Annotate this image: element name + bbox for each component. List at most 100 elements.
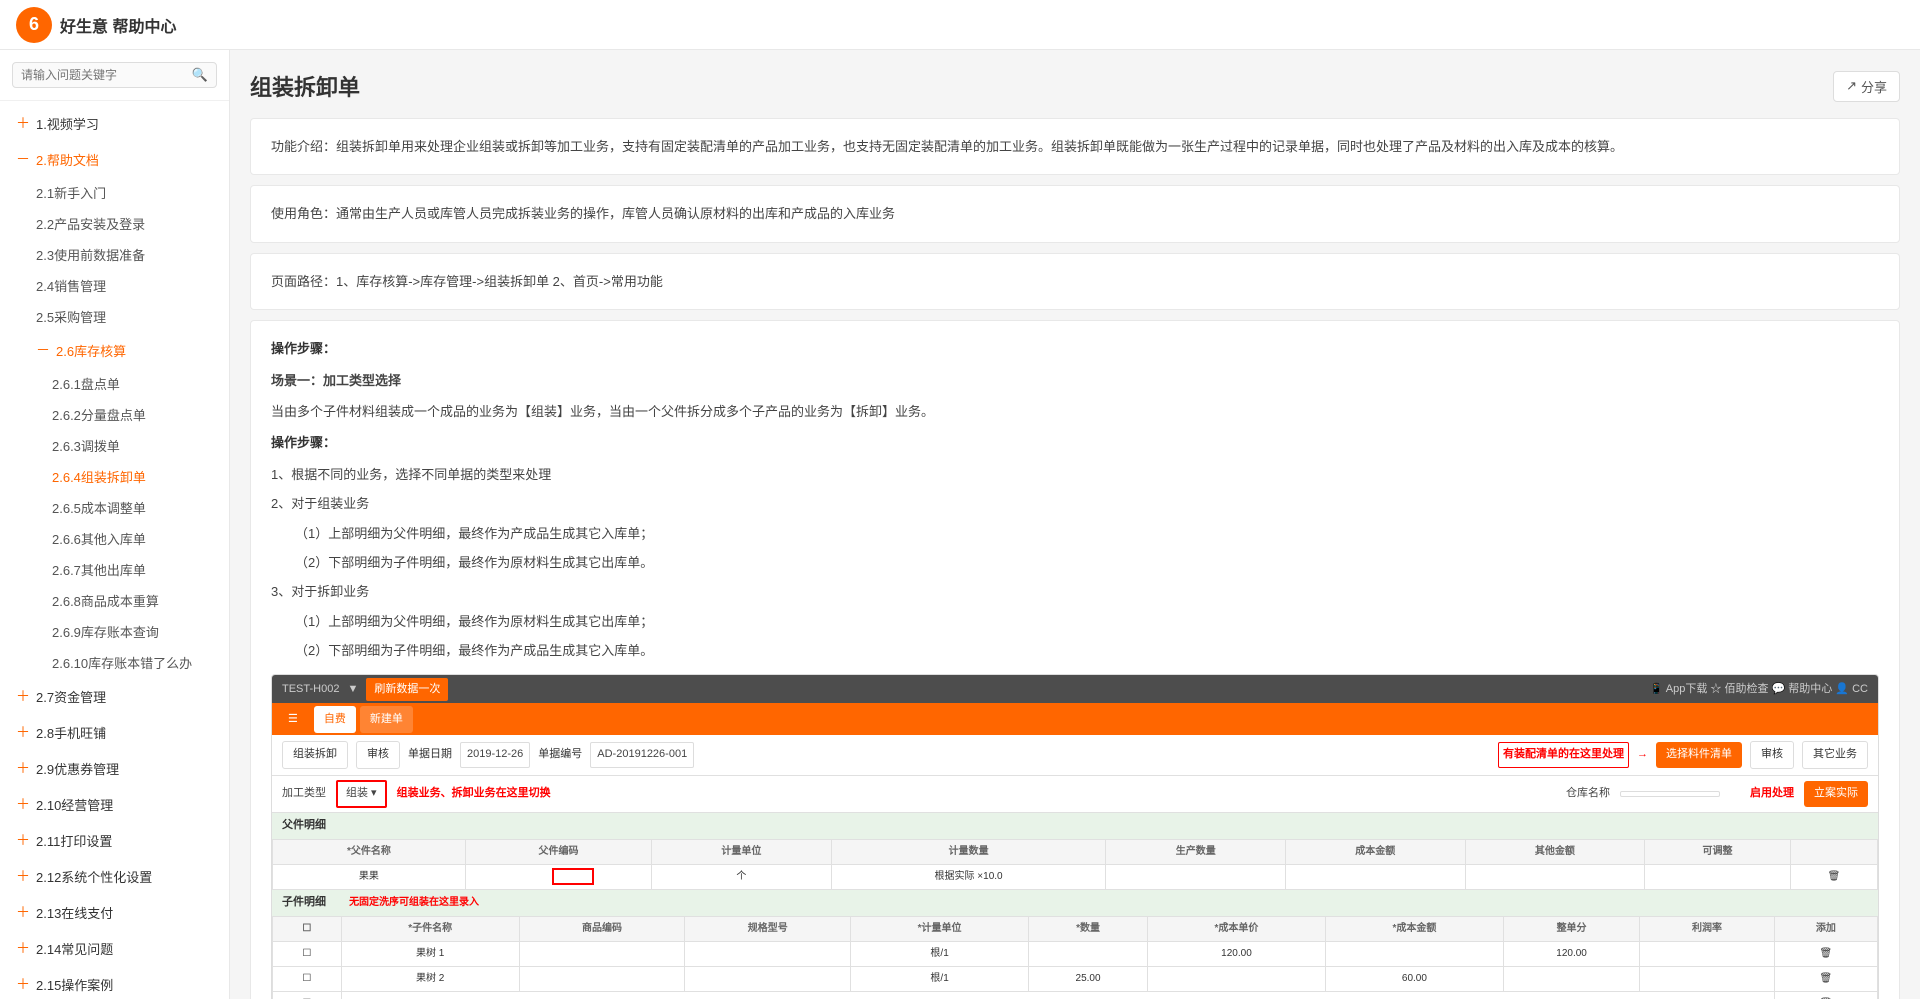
sidebar-item-2-6[interactable]: － 2.6库存核算 xyxy=(0,332,229,368)
page-title: 组装拆卸单 xyxy=(250,70,360,102)
top-header: 6 好生意 帮助中心 xyxy=(0,0,1920,50)
date-input[interactable]: 2019-12-26 xyxy=(460,742,530,768)
toolbar-btn-refresh[interactable]: 刷新数据一次 xyxy=(366,678,448,702)
page-header: 组装拆卸单 ↗ 分享 xyxy=(250,70,1900,102)
sidebar-item-2-6-2[interactable]: 2.6.2分量盘点单 xyxy=(0,399,229,430)
sidebar-item-2-6-5[interactable]: 2.6.5成本调整单 xyxy=(0,492,229,523)
cell-code xyxy=(465,864,651,889)
cell-unit: 个 xyxy=(652,864,832,889)
cell-action: 🗑 xyxy=(1790,864,1877,889)
sidebar-item-2-10[interactable]: ＋ 2.10经营管理 xyxy=(0,786,229,822)
sidebar-item-2-6-3[interactable]: 2.6.3调拨单 xyxy=(0,430,229,461)
btn-shenhe[interactable]: 审核 xyxy=(356,741,400,769)
minus-icon-2-6: － xyxy=(36,340,50,360)
cell-prod-qty xyxy=(1106,864,1286,889)
plus-icon: ＋ xyxy=(16,113,30,133)
plus-icon-2-10: ＋ xyxy=(16,794,30,814)
step3-2: （2）下部明细为子件明细，最终作为产成品生成其它入库单。 xyxy=(295,639,1879,662)
sidebar-toggle-icon[interactable]: ☰ xyxy=(282,708,304,732)
sidebar-item-2-5[interactable]: 2.5采购管理 xyxy=(0,301,229,332)
sidebar-item-2-6-10[interactable]: 2.6.10库存账本错了么办 xyxy=(0,647,229,678)
search-area: 🔍 xyxy=(0,50,229,101)
nav-section: ＋ 1.视频学习 － 2.帮助文档 2.1新手入门 2.2产品安装及登录 2.3… xyxy=(0,101,229,999)
app-id: TEST-H002 xyxy=(282,680,339,700)
operations-card: 操作步骤： 场景一：加工类型选择 当由多个子件材料组装成一个成品的业务为【组装】… xyxy=(250,320,1900,999)
type-select[interactable]: 组装 ▾ xyxy=(336,780,387,808)
btn-choose-part[interactable]: 选择料件清单 xyxy=(1656,742,1742,768)
code-label: 单据编号 xyxy=(538,745,582,765)
th-qty: 计量数量 xyxy=(831,839,1106,864)
share-button[interactable]: ↗ 分享 xyxy=(1833,71,1900,102)
logo-icon: 6 xyxy=(16,7,52,43)
tab-new[interactable]: 新建单 xyxy=(360,706,413,734)
plus-icon-2-9: ＋ xyxy=(16,758,30,778)
intro-text: 功能介绍：组装拆卸单用来处理企业组装或拆卸等加工业务，支持有固定装配清单的产品加… xyxy=(271,139,1623,154)
hint-label-2: 组装业务、拆卸业务在这里切换 xyxy=(397,784,551,804)
sidebar-item-2-6-4[interactable]: 2.6.4组装拆卸单 xyxy=(0,461,229,492)
lth-qty: *数量 xyxy=(1029,916,1148,941)
sidebar-item-2-9[interactable]: ＋ 2.9优惠券管理 xyxy=(0,750,229,786)
plus-icon-2-15: ＋ xyxy=(16,974,30,994)
sidebar-item-2-15[interactable]: ＋ 2.15操作案例 xyxy=(0,966,229,999)
sidebar-item-2-13[interactable]: ＋ 2.13在线支付 xyxy=(0,894,229,930)
search-box[interactable]: 🔍 xyxy=(12,62,217,88)
btn-approve2[interactable]: 审核 xyxy=(1750,741,1794,769)
warehouse-input[interactable] xyxy=(1620,791,1720,797)
th-prod-qty: 生产数量 xyxy=(1106,839,1286,864)
plus-icon-2-8: ＋ xyxy=(16,722,30,742)
btn-zurui[interactable]: 组装拆卸 xyxy=(282,741,348,769)
content-area: 组装拆卸单 ↗ 分享 功能介绍：组装拆卸单用来处理企业组装或拆卸等加工业务，支持… xyxy=(230,50,1920,999)
search-input[interactable] xyxy=(21,68,192,82)
sidebar-item-2-6-8[interactable]: 2.6.8商品成本重算 xyxy=(0,585,229,616)
sidebar-item-2-6-6[interactable]: 2.6.6其他入库单 xyxy=(0,523,229,554)
cell-cost-amt xyxy=(1286,864,1466,889)
role-text: 使用角色：通常由生产人员或库管人员完成拆装业务的操作，库管人员确认原材料的出库和… xyxy=(271,206,895,221)
plus-icon-2-12: ＋ xyxy=(16,866,30,886)
table-row: 果果 个 根据实际 ×10.0 🗑 xyxy=(273,864,1878,889)
lth-op: 添加 xyxy=(1774,916,1877,941)
th-unit: 计量单位 xyxy=(652,839,832,864)
lth-uamount: *成本金额 xyxy=(1325,916,1503,941)
sidebar-item-2-7[interactable]: ＋ 2.7资金管理 xyxy=(0,678,229,714)
lth-code: 商品编码 xyxy=(519,916,685,941)
sidebar-item-2-1[interactable]: 2.1新手入门 xyxy=(0,177,229,208)
scene1-desc: 当由多个子件材料组装成一个成品的业务为【组装】业务，当由一个父件拆分成多个子产品… xyxy=(271,400,1879,423)
sidebar-item-1[interactable]: ＋ 1.视频学习 xyxy=(0,105,229,141)
screenshot-container: TEST-H002 ▼ 刷新数据一次 📱 App下载 ☆ 佰助检查 💬 帮助中心… xyxy=(271,674,1879,999)
btn-other[interactable]: 其它业务 xyxy=(1802,741,1868,769)
upper-table: *父件名称 父件编码 计量单位 计量数量 生产数量 成本金额 其他金额 可调整 xyxy=(272,839,1878,890)
sidebar-item-2-14[interactable]: ＋ 2.14常见问题 xyxy=(0,930,229,966)
hint-label-3: 启用处理 xyxy=(1750,784,1794,804)
operations-title: 操作步骤： xyxy=(271,337,1879,360)
date-label: 单据日期 xyxy=(408,745,452,765)
btn-confirm[interactable]: 立案实际 xyxy=(1804,781,1868,807)
sidebar-item-2-6-7[interactable]: 2.6.7其他出库单 xyxy=(0,554,229,585)
sidebar-item-2-8[interactable]: ＋ 2.8手机旺铺 xyxy=(0,714,229,750)
lth-check: ☐ xyxy=(273,916,342,941)
step2-2: （2）下部明细为子件明细，最终作为原材料生成其它出库单。 xyxy=(295,551,1879,574)
ops-title2: 操作步骤： xyxy=(271,431,1879,454)
plus-icon-2-11: ＋ xyxy=(16,830,30,850)
search-icon[interactable]: 🔍 xyxy=(192,67,208,83)
sidebar-item-2-11[interactable]: ＋ 2.11打印设置 xyxy=(0,822,229,858)
logo-text: 好生意 帮助中心 xyxy=(60,13,176,37)
sidebar-item-2-6-1[interactable]: 2.6.1盘点单 xyxy=(0,368,229,399)
th-op xyxy=(1790,839,1877,864)
code-input[interactable]: AD-20191226-001 xyxy=(590,742,694,768)
main-layout: 🔍 ＋ 1.视频学习 － 2.帮助文档 2.1新手入门 2.2产品安装及登录 2… xyxy=(0,50,1920,999)
lth-unit: *计量单位 xyxy=(851,916,1029,941)
th-parent-name: *父件名称 xyxy=(273,839,466,864)
sidebar-item-2-12[interactable]: ＋ 2.12系统个性化设置 xyxy=(0,858,229,894)
minus-icon-2: － xyxy=(16,149,30,169)
app-right-icons: 📱 App下载 ☆ 佰助检查 💬 帮助中心 👤 CC xyxy=(1650,680,1868,700)
scene1-title: 场景一：加工类型选择 xyxy=(271,373,401,388)
sidebar-item-2-2[interactable]: 2.2产品安装及登录 xyxy=(0,208,229,239)
tab-zifei[interactable]: 自费 xyxy=(314,706,356,734)
sidebar-item-2-4[interactable]: 2.4销售管理 xyxy=(0,270,229,301)
sidebar-item-2-3[interactable]: 2.3使用前数据准备 xyxy=(0,239,229,270)
mock-app-bar: TEST-H002 ▼ 刷新数据一次 📱 App下载 ☆ 佰助检查 💬 帮助中心… xyxy=(272,675,1878,703)
mock-toolbar-row2: 加工类型 组装 ▾ 组装业务、拆卸业务在这里切换 仓库名称 启用处理 立案实际 xyxy=(272,776,1878,813)
sidebar-item-2[interactable]: － 2.帮助文档 xyxy=(0,141,229,177)
upper-table-header: 父件明细 xyxy=(272,813,1878,839)
sidebar-item-2-6-9[interactable]: 2.6.9库存账本查询 xyxy=(0,616,229,647)
